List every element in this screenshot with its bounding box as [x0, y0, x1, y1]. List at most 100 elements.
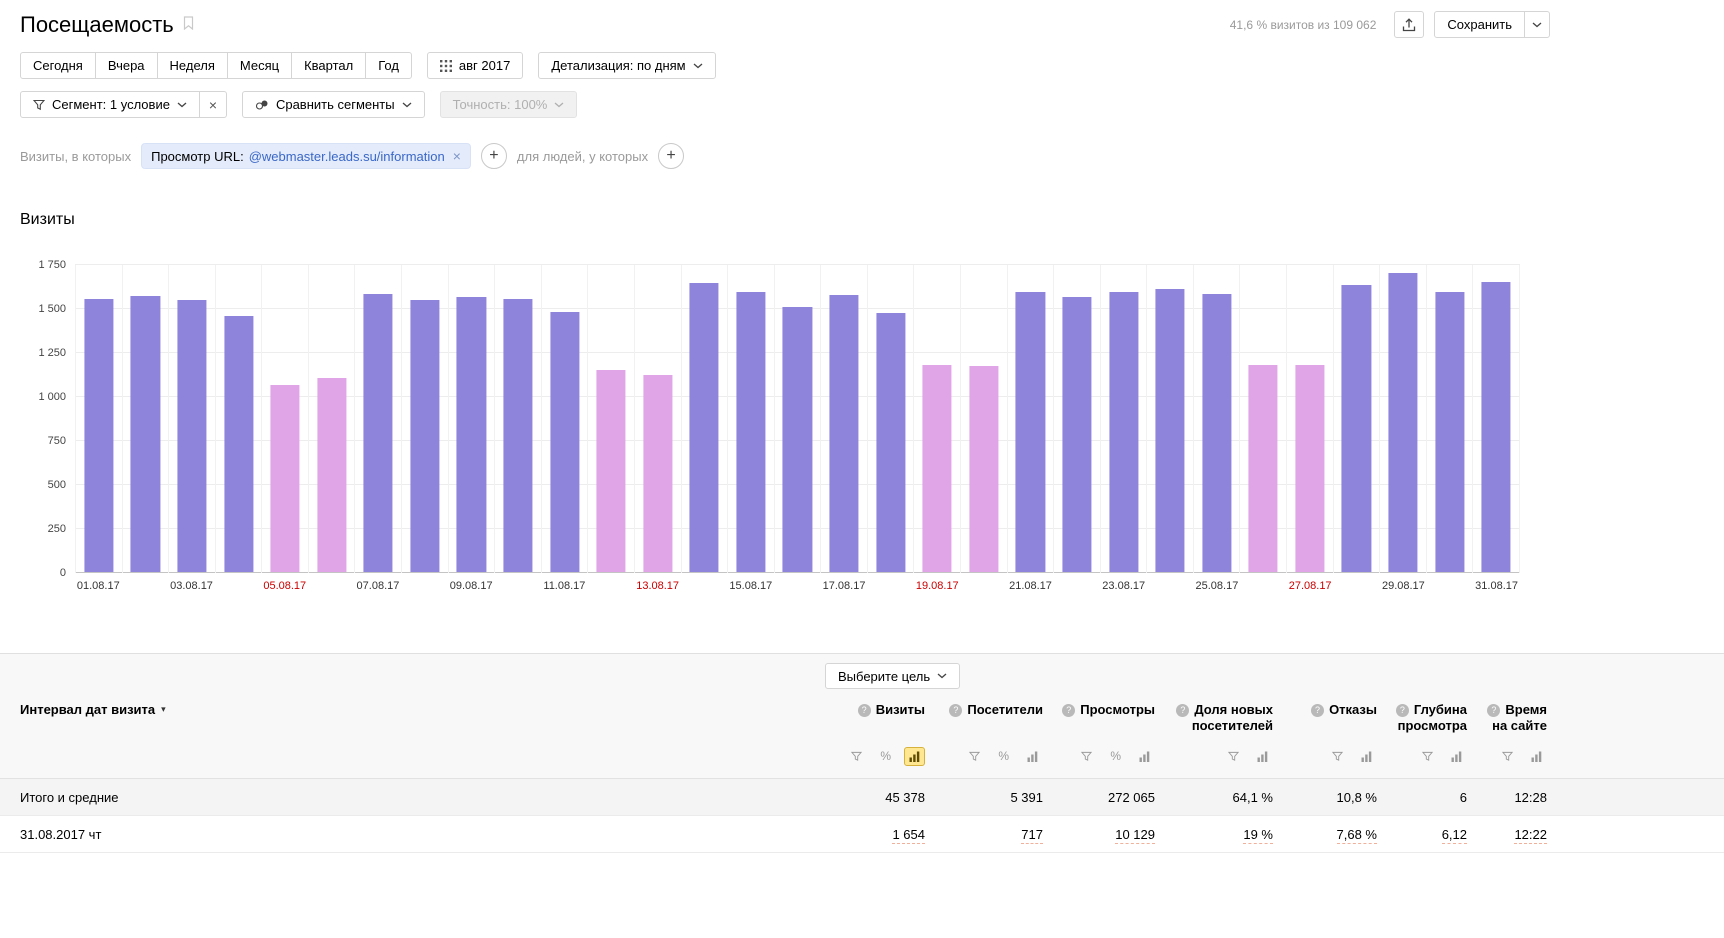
filter-icon[interactable] — [964, 747, 985, 766]
chart-icon[interactable] — [1526, 747, 1547, 766]
x-axis-label — [1240, 580, 1287, 593]
precision-label: Точность: 100% — [452, 97, 548, 112]
add-people-condition-button[interactable]: + — [658, 143, 685, 169]
chart-icon[interactable] — [1252, 747, 1273, 766]
url-filter-chip[interactable]: Просмотр URL: @webmaster.leads.su/inform… — [141, 143, 471, 169]
precision-button[interactable]: Точность: 100% — [439, 91, 578, 118]
export-button[interactable] — [1394, 11, 1425, 38]
bar-05.08.17[interactable] — [270, 385, 300, 572]
percent-icon[interactable]: % — [875, 746, 896, 766]
x-axis-label — [122, 580, 169, 593]
bar-20.08.17[interactable] — [969, 366, 999, 572]
filter-icon[interactable] — [1497, 747, 1518, 766]
bar-18.08.17[interactable] — [876, 313, 906, 572]
chip-url-value[interactable]: @webmaster.leads.su/information — [249, 149, 445, 164]
column-header-6[interactable]: ? Время на сайте — [1467, 702, 1547, 734]
period-tab-5[interactable]: Год — [365, 52, 412, 79]
x-axis-label: 05.08.17 — [263, 580, 307, 592]
column-header-4[interactable]: ? Отказы — [1273, 702, 1377, 734]
chart-icon[interactable] — [1446, 747, 1467, 766]
bar-19.08.17[interactable] — [922, 365, 952, 572]
bar-30.08.17[interactable] — [1434, 292, 1465, 572]
bar-25.08.17[interactable] — [1202, 293, 1232, 572]
help-icon[interactable]: ? — [857, 703, 871, 717]
column-header-5[interactable]: ? Глубина просмотра — [1377, 702, 1467, 734]
metric-value[interactable]: 1 654 — [892, 826, 925, 844]
bar-12.08.17[interactable] — [596, 369, 626, 572]
bar-03.08.17[interactable] — [177, 300, 207, 572]
bar-09.08.17[interactable] — [456, 297, 486, 572]
filter-icon[interactable] — [1327, 747, 1348, 766]
column-header-2[interactable]: ? Просмотры — [1043, 702, 1155, 734]
filter-icon[interactable] — [846, 747, 867, 766]
bar-29.08.17[interactable] — [1388, 272, 1418, 572]
bar-06.08.17[interactable] — [317, 378, 347, 572]
period-tab-2[interactable]: Неделя — [156, 52, 228, 79]
column-header-1[interactable]: ? Посетители — [925, 702, 1043, 734]
column-header-0[interactable]: ? Визиты — [825, 702, 925, 734]
add-visit-condition-button[interactable]: + — [480, 143, 507, 169]
compare-segments-button[interactable]: Сравнить сегменты — [241, 91, 425, 118]
help-icon[interactable]: ? — [949, 703, 963, 717]
save-dropdown-button[interactable] — [1524, 11, 1550, 38]
chart-icon[interactable] — [1022, 747, 1043, 766]
bar-13.08.17[interactable] — [643, 374, 673, 572]
help-icon[interactable]: ? — [1062, 703, 1076, 717]
bar-21.08.17[interactable] — [1015, 292, 1045, 572]
segment-clear-button[interactable]: × — [198, 91, 227, 118]
help-icon[interactable]: ? — [1487, 703, 1501, 717]
metric-value[interactable]: 10 129 — [1115, 826, 1155, 844]
percent-icon[interactable]: % — [1105, 746, 1126, 766]
bar-10.08.17[interactable] — [503, 299, 533, 572]
bar-04.08.17[interactable] — [223, 315, 254, 572]
bar-02.08.17[interactable] — [130, 295, 160, 572]
chevron-down-icon — [402, 102, 412, 107]
bar-23.08.17[interactable] — [1108, 292, 1139, 572]
goal-select-button[interactable]: Выберите цель — [825, 663, 961, 689]
percent-icon[interactable]: % — [993, 746, 1014, 766]
metric-value[interactable]: 717 — [1021, 826, 1043, 844]
bar-07.08.17[interactable] — [363, 293, 393, 572]
period-tab-4[interactable]: Квартал — [291, 52, 367, 79]
bar-15.08.17[interactable] — [736, 292, 766, 572]
bar-08.08.17[interactable] — [410, 300, 440, 572]
help-icon[interactable]: ? — [1395, 703, 1409, 717]
granularity-button[interactable]: Детализация: по дням — [538, 52, 716, 79]
bar-22.08.17[interactable] — [1062, 296, 1092, 572]
bar-27.08.17[interactable] — [1295, 365, 1325, 572]
chip-remove-icon[interactable]: × — [453, 148, 461, 164]
chart-icon[interactable] — [1134, 747, 1155, 766]
period-tab-0[interactable]: Сегодня — [20, 52, 96, 79]
period-tab-3[interactable]: Месяц — [226, 52, 293, 79]
filter-icon[interactable] — [1417, 747, 1438, 766]
bar-17.08.17[interactable] — [829, 294, 859, 572]
filter-icon[interactable] — [1223, 747, 1244, 766]
chart-icon[interactable] — [904, 746, 925, 766]
metric-value[interactable]: 12:22 — [1514, 826, 1547, 844]
help-icon[interactable]: ? — [1176, 703, 1190, 717]
metric-value[interactable]: 19 % — [1243, 826, 1273, 844]
bar-31.08.17[interactable] — [1481, 281, 1511, 572]
bar-26.08.17[interactable] — [1248, 365, 1278, 572]
column-header-3[interactable]: ? Доля новых посетителей — [1155, 702, 1273, 734]
metric-value[interactable]: 6,12 — [1441, 826, 1467, 844]
chart-icon[interactable] — [1356, 747, 1377, 766]
help-icon[interactable]: ? — [1311, 703, 1325, 717]
y-axis-tick: 1 000 — [38, 391, 66, 403]
filter-icon[interactable] — [1076, 747, 1097, 766]
bar-01.08.17[interactable] — [84, 299, 114, 572]
bookmark-icon[interactable] — [183, 16, 194, 33]
period-tab-1[interactable]: Вчера — [94, 52, 158, 79]
bar-24.08.17[interactable] — [1155, 288, 1185, 572]
bar-28.08.17[interactable] — [1341, 285, 1371, 572]
bar-14.08.17[interactable] — [689, 283, 719, 572]
bar-16.08.17[interactable] — [782, 307, 813, 572]
total-row-label: Итого и средние — [20, 789, 119, 805]
date-interval-header[interactable]: Интервал дат визита ▾ — [20, 702, 825, 717]
segment-button[interactable]: Сегмент: 1 условие — [20, 91, 200, 118]
metric-value[interactable]: 7,68 % — [1336, 826, 1377, 844]
calendar-button[interactable]: авг 2017 — [426, 52, 524, 79]
bar-11.08.17[interactable] — [549, 312, 580, 572]
save-button[interactable]: Сохранить — [1434, 11, 1525, 38]
column-tools-1: % — [925, 746, 1043, 766]
